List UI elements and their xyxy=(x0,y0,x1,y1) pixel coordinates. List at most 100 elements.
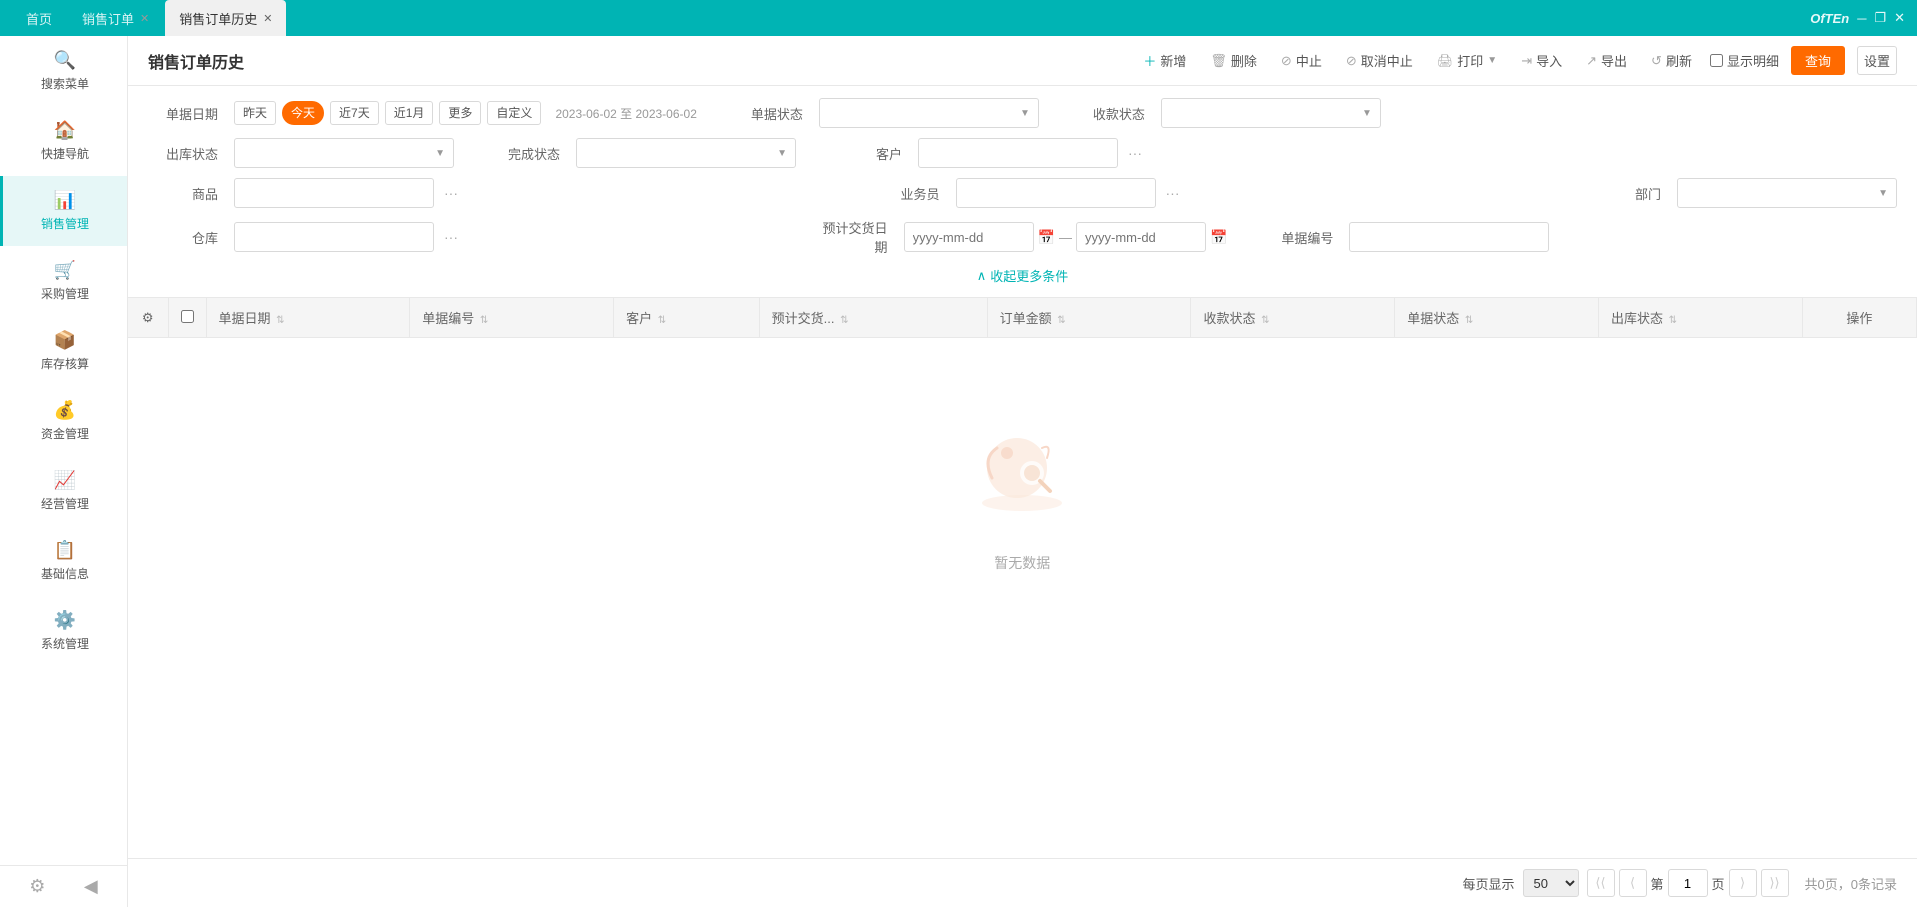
stop-button[interactable]: ⊘ 中止 xyxy=(1275,47,1328,74)
sort-order-no-icon: ⇅ xyxy=(480,315,488,326)
print-button[interactable]: 🖨 打印 ▼ xyxy=(1431,47,1503,74)
restore-btn[interactable]: ❐ xyxy=(1874,10,1886,26)
payment-status-label: 收款状态 xyxy=(1075,104,1145,123)
stock-out-label: 出库状态 xyxy=(148,144,218,163)
display-toggle-checkbox[interactable] xyxy=(1710,54,1723,67)
delivery-date-from-calendar-icon[interactable]: 📅 xyxy=(1038,229,1055,246)
product-label: 商品 xyxy=(148,184,218,203)
sidebar-item-inventory[interactable]: 📦 库存核算 xyxy=(0,316,127,386)
collapse-filter-btn[interactable]: ∧ 收起更多条件 xyxy=(148,266,1897,285)
payment-status-select[interactable]: ▼ xyxy=(1161,98,1381,128)
sidebar-item-basic-info[interactable]: 📋 基础信息 xyxy=(0,526,127,596)
delete-label: 删除 xyxy=(1231,51,1257,70)
date-btn-last1m[interactable]: 近1月 xyxy=(385,101,434,125)
select-all-checkbox[interactable] xyxy=(181,310,194,323)
col-amount[interactable]: 订单金额 ⇅ xyxy=(987,298,1191,338)
sidebar-item-finance-label: 资金管理 xyxy=(41,425,89,442)
sidebar-item-sys-mgmt[interactable]: ⚙️ 系统管理 xyxy=(0,596,127,666)
date-btn-today[interactable]: 今天 xyxy=(282,101,324,125)
col-customer[interactable]: 客户 ⇅ xyxy=(614,298,760,338)
export-label: 导出 xyxy=(1601,51,1627,70)
print-icon: 🖨 xyxy=(1437,53,1454,69)
delivery-date-from-input[interactable] xyxy=(904,222,1034,252)
page-first-btn[interactable]: ⟨⟨ xyxy=(1587,869,1615,897)
date-btn-yesterday[interactable]: 昨天 xyxy=(234,101,276,125)
add-icon: ＋ xyxy=(1143,51,1156,70)
sort-order-status-icon: ⇅ xyxy=(1465,315,1473,326)
delivery-date-group: 📅 — 📅 xyxy=(904,222,1228,252)
print-arrow-icon: ▼ xyxy=(1487,55,1497,66)
date-btn-more[interactable]: 更多 xyxy=(439,101,481,125)
delivery-date-to-input[interactable] xyxy=(1076,222,1206,252)
sidebar-item-sales-mgmt-label: 销售管理 xyxy=(41,215,89,232)
sidebar-item-search-menu[interactable]: 🔍 搜索菜单 xyxy=(0,36,127,106)
col-delivery-date[interactable]: 预计交货... ⇅ xyxy=(759,298,987,338)
tab-sales-order-close[interactable]: ✕ xyxy=(140,12,149,25)
page-next-btn[interactable]: ⟩ xyxy=(1729,869,1757,897)
warehouse-input[interactable] xyxy=(234,222,434,252)
sidebar-item-purchase-mgmt[interactable]: 🛒 采购管理 xyxy=(0,246,127,316)
delete-button[interactable]: 🗑 删除 xyxy=(1204,47,1263,74)
col-checkbox[interactable] xyxy=(168,298,206,338)
sidebar-item-quick-nav[interactable]: 🏠 快捷导航 xyxy=(0,106,127,176)
date-btn-last7[interactable]: 近7天 xyxy=(330,101,379,125)
date-btn-custom[interactable]: 自定义 xyxy=(487,101,541,125)
col-order-status[interactable]: 单据状态 ⇅ xyxy=(1395,298,1599,338)
page-prev-btn[interactable]: ⟨ xyxy=(1619,869,1647,897)
col-stock-out-status[interactable]: 出库状态 ⇅ xyxy=(1599,298,1803,338)
complete-status-select[interactable]: ▼ xyxy=(576,138,796,168)
window-close-btn[interactable]: ✕ xyxy=(1894,10,1905,26)
display-toggle[interactable]: 显示明细 xyxy=(1710,51,1779,70)
col-settings[interactable]: ⚙ xyxy=(128,298,168,338)
settings-button[interactable]: 设置 xyxy=(1857,46,1897,75)
tab-sales-order[interactable]: 销售订单 ✕ xyxy=(68,0,163,36)
sidebar-collapse-icon[interactable]: ◀ xyxy=(84,876,98,897)
order-status-label: 单据状态 xyxy=(733,104,803,123)
page-size-select[interactable]: 10 20 50 100 xyxy=(1523,869,1579,897)
sidebar-item-sales-mgmt[interactable]: 📊 销售管理 xyxy=(0,176,127,246)
import-label: 导入 xyxy=(1536,51,1562,70)
customer-input[interactable] xyxy=(918,138,1118,168)
col-date[interactable]: 单据日期 ⇅ xyxy=(206,298,410,338)
cancel-stop-button[interactable]: ⊘ 取消中止 xyxy=(1340,47,1419,74)
refresh-button[interactable]: ↺ 刷新 xyxy=(1645,47,1698,74)
salesperson-ellipsis-icon[interactable]: ··· xyxy=(1162,185,1184,201)
order-status-chevron-icon: ▼ xyxy=(1020,108,1030,119)
table-header-row: ⚙ 单据日期 ⇅ 单据编号 ⇅ 客户 ⇅ xyxy=(128,298,1917,338)
query-button[interactable]: 查询 xyxy=(1791,46,1845,75)
minimize-btn[interactable]: ─ xyxy=(1857,11,1866,26)
stock-out-chevron-icon: ▼ xyxy=(435,148,445,159)
col-action: 操作 xyxy=(1802,298,1916,338)
delivery-date-to-calendar-icon[interactable]: 📅 xyxy=(1210,229,1227,246)
complete-status-label: 完成状态 xyxy=(490,144,560,163)
customer-ellipsis-icon[interactable]: ··· xyxy=(1124,145,1146,161)
payment-status-chevron-icon: ▼ xyxy=(1362,108,1372,119)
col-payment-status[interactable]: 收款状态 ⇅ xyxy=(1191,298,1395,338)
warehouse-ellipsis-icon[interactable]: ··· xyxy=(440,229,462,245)
sidebar-settings-icon[interactable]: ⚙ xyxy=(29,876,45,897)
sidebar-item-operations[interactable]: 📈 经营管理 xyxy=(0,456,127,526)
tab-home[interactable]: 首页 xyxy=(12,0,66,36)
salesperson-input[interactable] xyxy=(956,178,1156,208)
order-status-select[interactable]: ▼ xyxy=(819,98,1039,128)
page-last-btn[interactable]: ⟩⟩ xyxy=(1761,869,1789,897)
page-number-input[interactable] xyxy=(1668,869,1708,897)
sidebar-item-sys-mgmt-label: 系统管理 xyxy=(41,635,89,652)
empty-row: 暂无数据 xyxy=(128,338,1917,654)
warehouse-label: 仓库 xyxy=(148,228,218,247)
dept-select[interactable]: ▼ xyxy=(1677,178,1897,208)
cancel-stop-label: 取消中止 xyxy=(1361,51,1413,70)
import-button[interactable]: ⇥ 导入 xyxy=(1515,47,1568,74)
sidebar-item-finance[interactable]: 💰 资金管理 xyxy=(0,386,127,456)
export-button[interactable]: ↗ 导出 xyxy=(1580,47,1633,74)
tab-sales-order-history-close[interactable]: ✕ xyxy=(263,12,272,25)
product-input[interactable] xyxy=(234,178,434,208)
tab-sales-order-history[interactable]: 销售订单历史 ✕ xyxy=(165,0,286,36)
order-no-input[interactable] xyxy=(1349,222,1549,252)
product-ellipsis-icon[interactable]: ··· xyxy=(440,185,462,201)
stock-out-select[interactable]: ▼ xyxy=(234,138,454,168)
add-button[interactable]: ＋ 新增 xyxy=(1137,47,1192,74)
col-order-no[interactable]: 单据编号 ⇅ xyxy=(410,298,614,338)
delivery-date-label: 预计交货日期 xyxy=(818,218,888,256)
page-size-label: 每页显示 xyxy=(1462,874,1514,893)
